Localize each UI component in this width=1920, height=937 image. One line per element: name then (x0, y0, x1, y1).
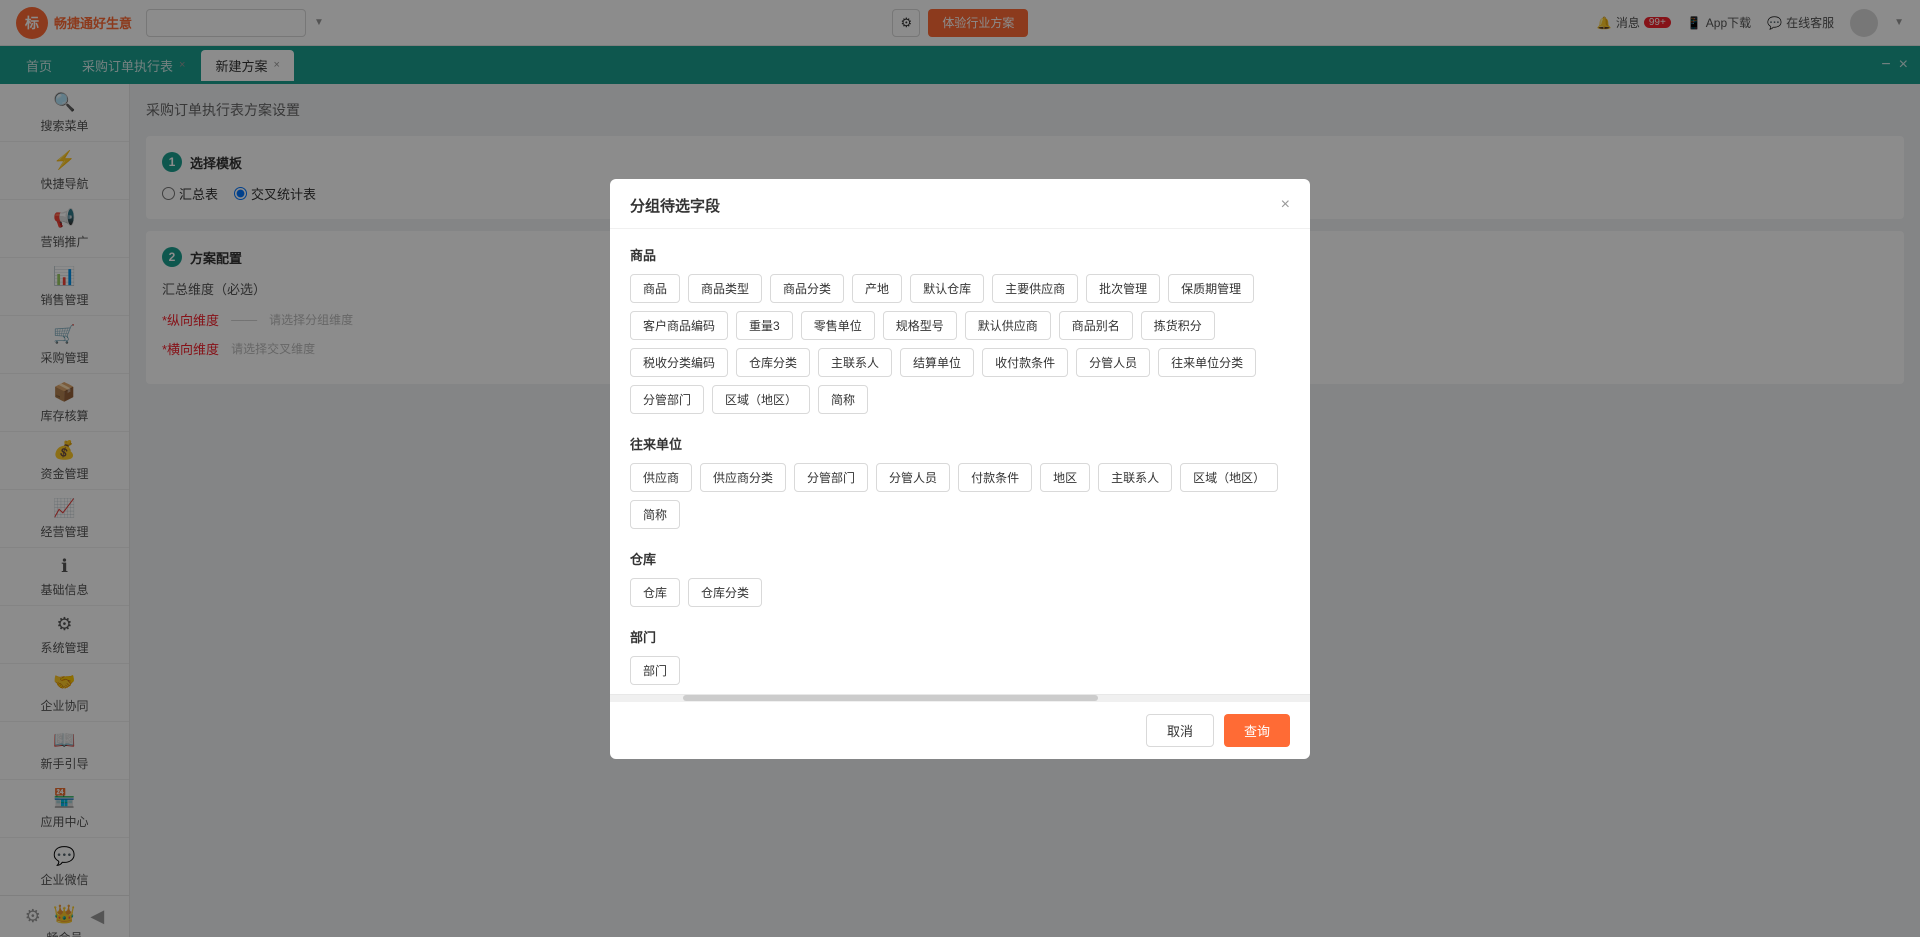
field-tag[interactable]: 部门 (630, 656, 680, 685)
field-tag[interactable]: 往来单位分类 (1158, 348, 1256, 377)
field-tag[interactable]: 商品分类 (770, 274, 844, 303)
field-tag[interactable]: 区域（地区） (1180, 463, 1278, 492)
field-tag[interactable]: 批次管理 (1086, 274, 1160, 303)
field-tag[interactable]: 主联系人 (818, 348, 892, 377)
field-group-warehouse: 仓库 仓库 仓库分类 (630, 549, 1290, 607)
modal-title: 分组待选字段 (630, 195, 720, 216)
field-tag[interactable]: 商品 (630, 274, 680, 303)
modal-close-button[interactable]: × (1281, 196, 1290, 214)
field-tag[interactable]: 客户商品编码 (630, 311, 728, 340)
field-group-partner-title: 往来单位 (630, 434, 1290, 453)
field-tags-warehouse: 仓库 仓库分类 (630, 578, 1290, 607)
field-tag[interactable]: 默认供应商 (965, 311, 1051, 340)
field-tags-dept: 部门 (630, 656, 1290, 685)
field-tag[interactable]: 商品类型 (688, 274, 762, 303)
field-tag[interactable]: 收付款条件 (982, 348, 1068, 377)
field-group-dept: 部门 部门 (630, 627, 1290, 685)
field-tag[interactable]: 简称 (818, 385, 868, 414)
field-tags-partner: 供应商 供应商分类 分管部门 分管人员 付款条件 地区 主联系人 区域（地区） … (630, 463, 1290, 529)
field-tag[interactable]: 地区 (1040, 463, 1090, 492)
modal-body: 商品 商品 商品类型 商品分类 产地 默认仓库 主要供应商 批次管理 保质期管理… (610, 229, 1310, 694)
field-tag[interactable]: 简称 (630, 500, 680, 529)
field-tag[interactable]: 区域（地区） (712, 385, 810, 414)
field-tag[interactable]: 拣货积分 (1141, 311, 1215, 340)
modal-horizontal-scrollbar[interactable] (610, 694, 1310, 701)
field-tag[interactable]: 默认仓库 (910, 274, 984, 303)
field-tag[interactable]: 分管人员 (876, 463, 950, 492)
field-tag[interactable]: 结算单位 (900, 348, 974, 377)
field-group-product-title: 商品 (630, 245, 1290, 264)
field-tag[interactable]: 分管部门 (794, 463, 868, 492)
field-tag[interactable]: 分管部门 (630, 385, 704, 414)
field-tag[interactable]: 零售单位 (801, 311, 875, 340)
cancel-button[interactable]: 取消 (1146, 714, 1214, 747)
field-tag[interactable]: 主联系人 (1098, 463, 1172, 492)
field-tag[interactable]: 供应商分类 (700, 463, 786, 492)
confirm-button[interactable]: 查询 (1224, 714, 1290, 747)
field-group-partner: 往来单位 供应商 供应商分类 分管部门 分管人员 付款条件 地区 主联系人 区域… (630, 434, 1290, 529)
field-tag[interactable]: 产地 (852, 274, 902, 303)
field-tag[interactable]: 主要供应商 (992, 274, 1078, 303)
field-tag[interactable]: 供应商 (630, 463, 692, 492)
field-tag[interactable]: 仓库分类 (688, 578, 762, 607)
field-tag[interactable]: 重量3 (736, 311, 793, 340)
field-tag[interactable]: 保质期管理 (1168, 274, 1254, 303)
field-group-dept-title: 部门 (630, 627, 1290, 646)
field-tag[interactable]: 分管人员 (1076, 348, 1150, 377)
modal-header: 分组待选字段 × (610, 179, 1310, 229)
field-tag[interactable]: 税收分类编码 (630, 348, 728, 377)
field-group-product: 商品 商品 商品类型 商品分类 产地 默认仓库 主要供应商 批次管理 保质期管理… (630, 245, 1290, 414)
modal-overlay: 分组待选字段 × 商品 商品 商品类型 商品分类 产地 默认仓库 主要供应商 批… (0, 0, 1920, 937)
field-tag[interactable]: 仓库 (630, 578, 680, 607)
field-tag[interactable]: 付款条件 (958, 463, 1032, 492)
field-tag[interactable]: 商品别名 (1059, 311, 1133, 340)
field-tags-product: 商品 商品类型 商品分类 产地 默认仓库 主要供应商 批次管理 保质期管理 客户… (630, 274, 1290, 414)
modal-box: 分组待选字段 × 商品 商品 商品类型 商品分类 产地 默认仓库 主要供应商 批… (610, 179, 1310, 759)
field-tag[interactable]: 规格型号 (883, 311, 957, 340)
field-group-warehouse-title: 仓库 (630, 549, 1290, 568)
field-tag[interactable]: 仓库分类 (736, 348, 810, 377)
modal-footer: 取消 查询 (610, 701, 1310, 759)
